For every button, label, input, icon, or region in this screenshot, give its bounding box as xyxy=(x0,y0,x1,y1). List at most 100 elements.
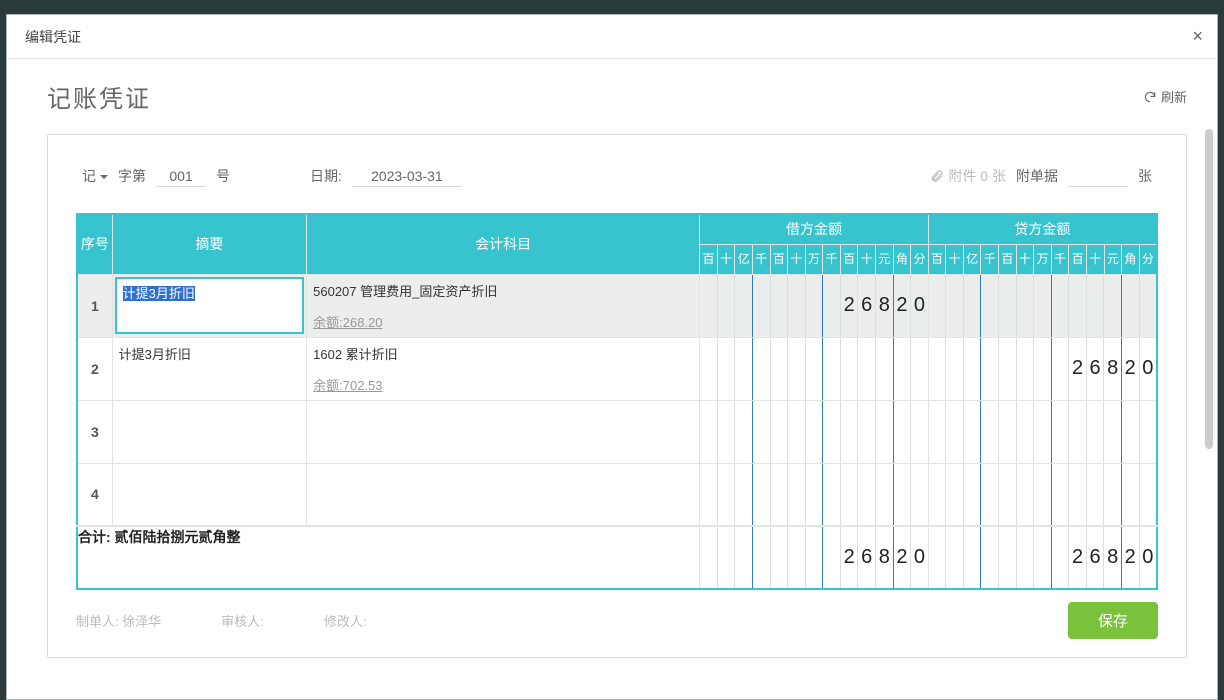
credit-cell[interactable] xyxy=(928,400,1157,463)
table-row[interactable]: 1计提3月折旧560207 管理费用_固定资产折旧余额:268.2026820 xyxy=(77,274,1157,337)
money-digit xyxy=(911,338,928,400)
digit-header: 十 xyxy=(1016,244,1034,274)
subject-cell[interactable] xyxy=(307,463,700,526)
money-digit xyxy=(929,338,947,400)
money-digit xyxy=(999,464,1017,526)
money-digit xyxy=(1034,464,1052,526)
voucher-type-label: 记 xyxy=(82,166,96,186)
money-digit xyxy=(1034,275,1052,337)
total-debit: 26820 xyxy=(700,526,929,589)
digit-header: 百 xyxy=(999,244,1017,274)
voucher-number-input[interactable] xyxy=(156,165,206,187)
money-digit xyxy=(718,401,736,463)
money-digit xyxy=(981,527,999,588)
digit-header: 分 xyxy=(911,244,929,274)
money-digit xyxy=(841,338,859,400)
money-digit xyxy=(1087,275,1105,337)
money-digit xyxy=(1104,401,1122,463)
money-digit xyxy=(753,338,771,400)
money-digit xyxy=(1069,401,1087,463)
digit-header: 百 xyxy=(770,244,788,274)
money-digit xyxy=(788,275,806,337)
money-digit xyxy=(788,527,806,588)
credit-cell[interactable] xyxy=(928,463,1157,526)
attachment-indicator[interactable]: 附件 0 张 xyxy=(930,166,1006,186)
money-digit xyxy=(753,401,771,463)
table-row[interactable]: 2计提3月折旧1602 累计折旧余额:702.5326820 xyxy=(77,337,1157,400)
money-digit: 8 xyxy=(1104,527,1122,588)
money-digit xyxy=(1140,275,1157,337)
digit-header: 十 xyxy=(717,244,735,274)
money-digit xyxy=(806,401,824,463)
scrollbar[interactable] xyxy=(1205,129,1213,449)
money-digit: 0 xyxy=(911,275,928,337)
digit-header: 十 xyxy=(858,244,876,274)
table-row[interactable]: 3 xyxy=(77,400,1157,463)
money-digit xyxy=(823,464,841,526)
summary-cell[interactable] xyxy=(112,400,306,463)
date-input[interactable] xyxy=(352,165,462,187)
money-digit xyxy=(894,464,912,526)
modal-body: 记账凭证 刷新 记 字第 号 日期: xyxy=(7,59,1217,699)
table-row[interactable]: 4 xyxy=(77,463,1157,526)
chevron-down-icon xyxy=(100,175,108,183)
sheets-input[interactable] xyxy=(1068,165,1128,187)
money-digit: 6 xyxy=(1087,338,1105,400)
debit-cell[interactable]: 26820 xyxy=(700,274,929,337)
money-digit xyxy=(718,527,736,588)
money-digit xyxy=(1052,275,1070,337)
summary-cell[interactable]: 计提3月折旧 xyxy=(112,337,306,400)
credit-cell[interactable] xyxy=(928,274,1157,337)
money-digit xyxy=(999,401,1017,463)
debit-cell[interactable] xyxy=(700,337,929,400)
debit-cell[interactable] xyxy=(700,400,929,463)
money-digit xyxy=(718,464,736,526)
summary-text xyxy=(113,464,306,476)
money-digit xyxy=(1069,464,1087,526)
digit-header: 千 xyxy=(752,244,770,274)
money-digit xyxy=(841,401,859,463)
money-digit xyxy=(946,275,964,337)
money-digit xyxy=(876,464,894,526)
digit-header: 分 xyxy=(1139,244,1157,274)
summary-cell[interactable] xyxy=(112,463,306,526)
money-digit xyxy=(700,401,718,463)
col-credit: 贷方金额 xyxy=(928,214,1157,244)
money-digit xyxy=(929,275,947,337)
modal-title: 编辑凭证 xyxy=(25,27,81,47)
voucher-type-dropdown[interactable]: 记 xyxy=(82,166,108,186)
attachment-label: 附件 0 张 xyxy=(948,166,1006,186)
summary-text: 计提3月折旧 xyxy=(113,338,306,369)
credit-cell[interactable]: 26820 xyxy=(928,337,1157,400)
money-digit xyxy=(946,401,964,463)
save-button[interactable]: 保存 xyxy=(1068,602,1158,639)
row-index: 4 xyxy=(77,463,112,526)
digit-header: 万 xyxy=(805,244,823,274)
money-digit xyxy=(1122,464,1140,526)
row-index: 3 xyxy=(77,400,112,463)
money-digit xyxy=(1017,527,1035,588)
money-digit xyxy=(806,275,824,337)
digit-header: 亿 xyxy=(963,244,981,274)
money-digit xyxy=(1017,464,1035,526)
refresh-button[interactable]: 刷新 xyxy=(1143,87,1187,106)
digit-header: 亿 xyxy=(735,244,753,274)
subject-balance: 余额:702.53 xyxy=(313,375,693,394)
debit-cell[interactable] xyxy=(700,463,929,526)
money-digit xyxy=(700,338,718,400)
money-digit xyxy=(999,275,1017,337)
total-label: 合计: 贰佰陆拾捌元贰角整 xyxy=(77,526,700,589)
subject-name: 560207 管理费用_固定资产折旧 xyxy=(313,281,693,300)
subject-cell[interactable]: 560207 管理费用_固定资产折旧余额:268.20 xyxy=(307,274,700,337)
summary-cell[interactable]: 计提3月折旧 xyxy=(112,274,306,337)
money-digit xyxy=(1122,401,1140,463)
subject-cell[interactable]: 1602 累计折旧余额:702.53 xyxy=(307,337,700,400)
close-icon[interactable]: × xyxy=(1192,26,1203,47)
digit-header: 十 xyxy=(946,244,964,274)
money-digit xyxy=(894,401,912,463)
money-digit: 2 xyxy=(894,275,912,337)
money-digit xyxy=(858,401,876,463)
money-digit: 2 xyxy=(894,527,912,588)
subject-cell[interactable] xyxy=(307,400,700,463)
total-credit: 26820 xyxy=(928,526,1157,589)
